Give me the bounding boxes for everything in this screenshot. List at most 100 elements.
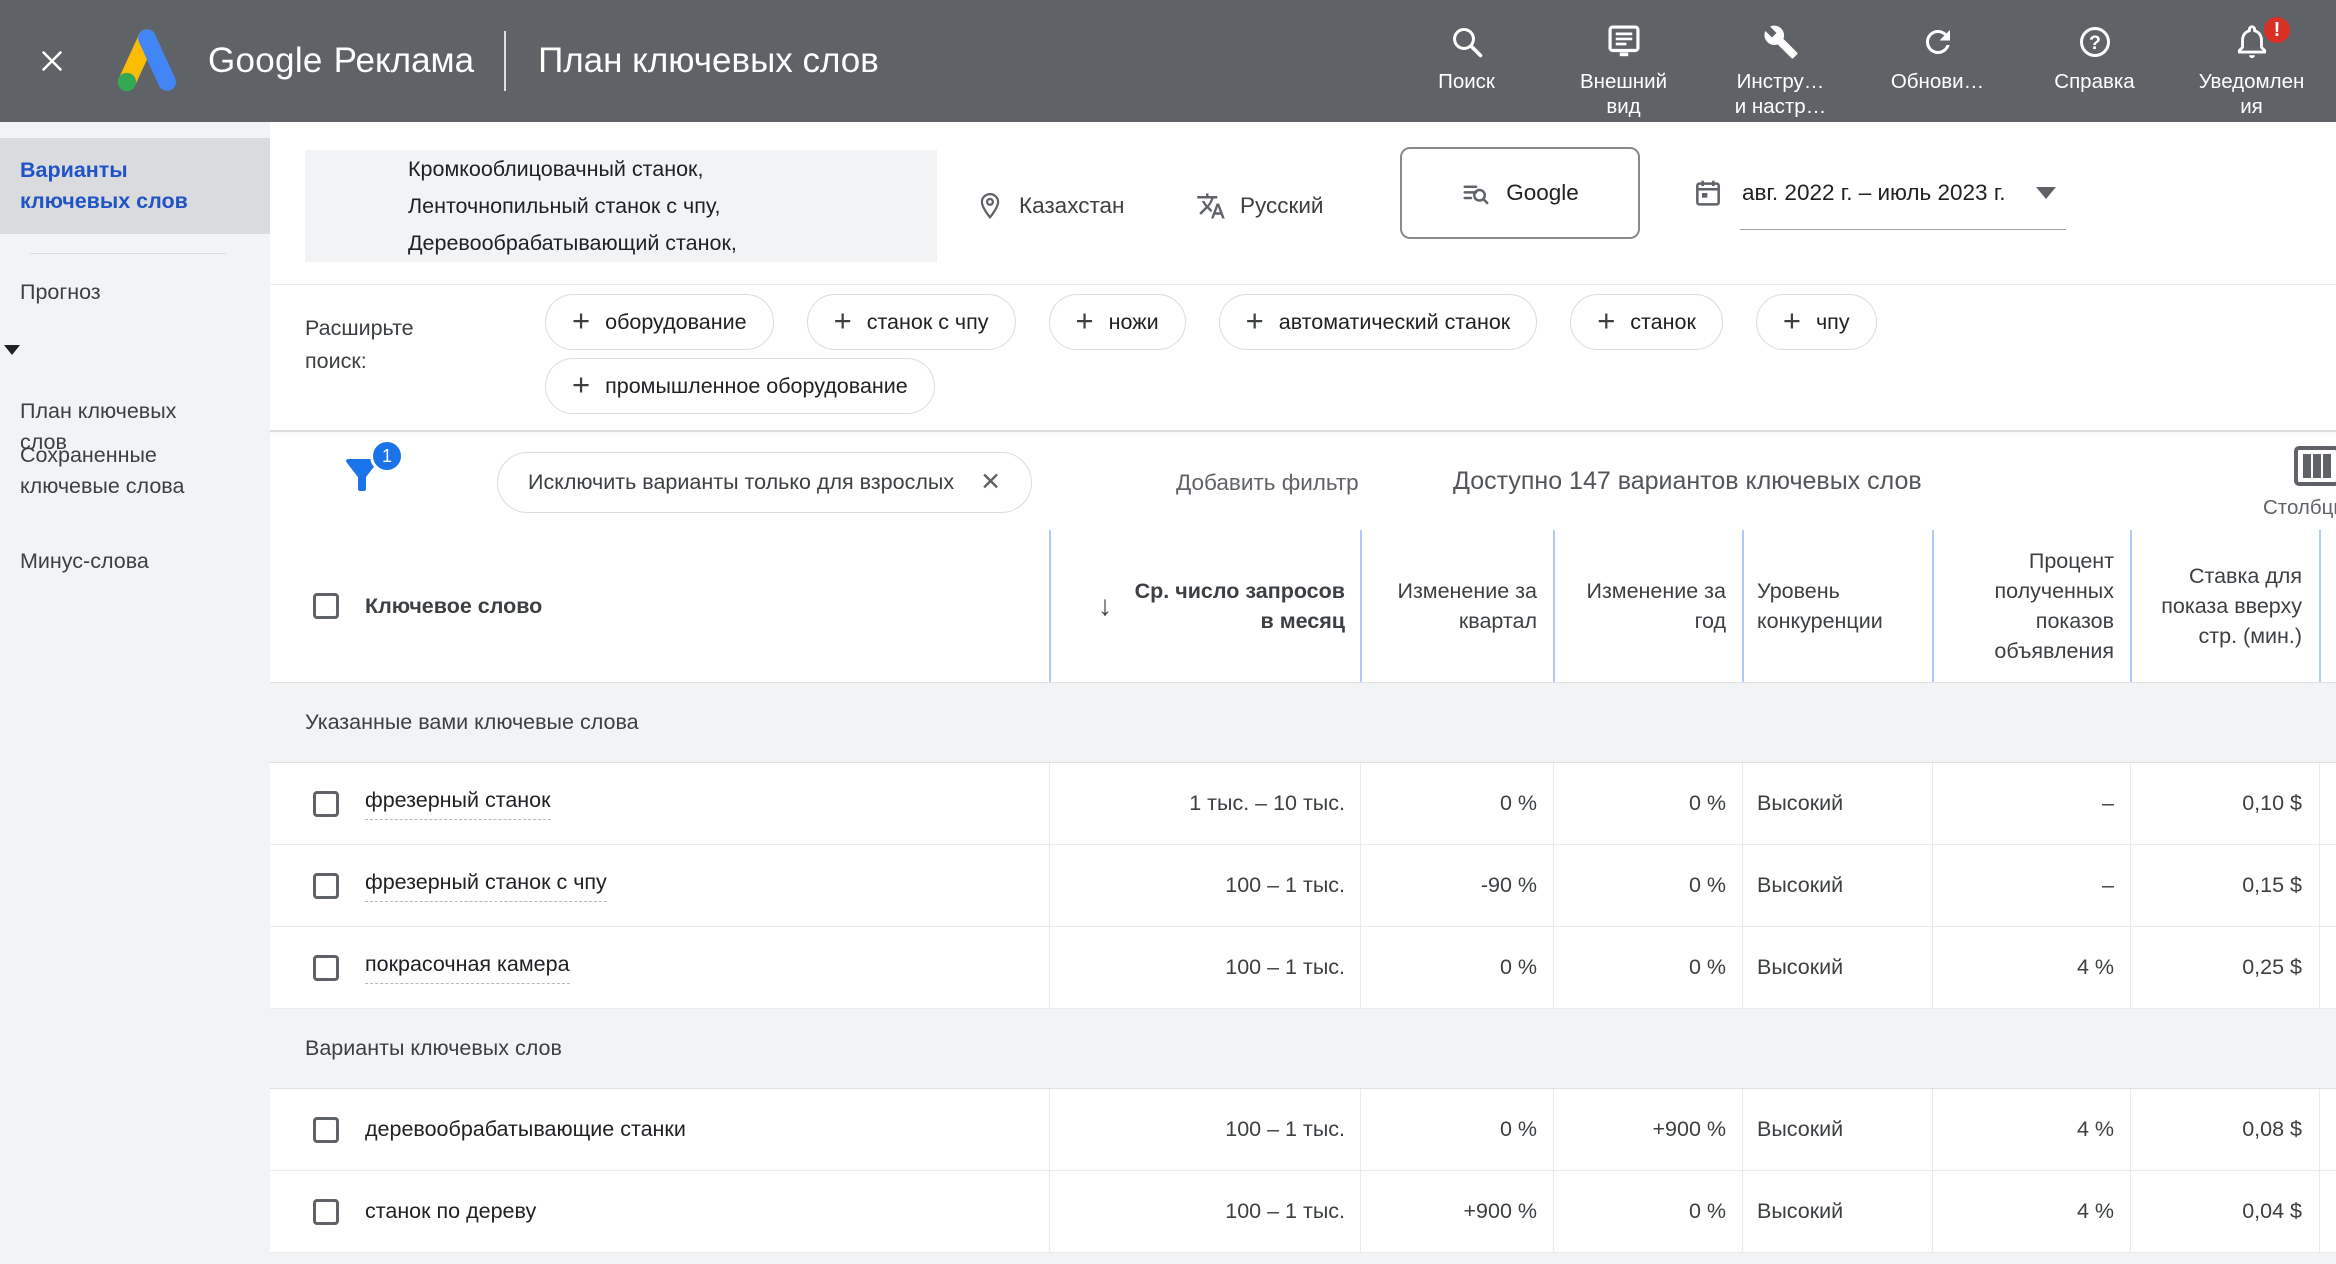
keyword-cell[interactable]: деревообрабатывающие станки xyxy=(365,1089,1015,1170)
close-button[interactable] xyxy=(30,39,74,83)
expand-chip[interactable]: станок xyxy=(1570,294,1723,350)
language-selector[interactable]: Русский xyxy=(1196,150,1324,262)
column-divider xyxy=(1742,763,1743,844)
avg-searches-cell: 100 – 1 тыс. xyxy=(1225,1117,1345,1141)
column-divider xyxy=(1742,1089,1743,1170)
chip-label: ножи xyxy=(1108,309,1159,334)
year-change-cell: 0 % xyxy=(1688,955,1726,979)
columns-icon[interactable] xyxy=(2294,446,2336,491)
network-selector[interactable]: Google xyxy=(1400,147,1640,239)
chip-label: станок xyxy=(1630,309,1696,334)
chip-label: оборудование xyxy=(605,309,747,334)
chip-label: чпу xyxy=(1815,309,1850,334)
notification-badge: ! xyxy=(2261,13,2293,46)
filter-count-badge: 1 xyxy=(370,439,404,473)
select-all-checkbox[interactable] xyxy=(313,593,339,619)
column-divider xyxy=(1553,845,1554,926)
topbar-action-refresh[interactable]: Обнови… xyxy=(1859,18,2016,94)
keyword-cell[interactable]: фрезерный станок xyxy=(365,763,1015,844)
header-impression-share[interactable]: Процент полученных показов объявления xyxy=(1946,530,2114,682)
header-avg-searches[interactable]: ↓ Ср. число запросов в месяц xyxy=(1045,530,1345,682)
location-selector[interactable]: Казахстан xyxy=(975,150,1124,262)
expand-chip[interactable]: станок с чпу xyxy=(806,294,1016,350)
refresh-icon xyxy=(1920,18,1956,60)
available-keywords-count: Доступно 147 вариантов ключевых слов xyxy=(1453,466,1922,495)
add-filter-button[interactable]: Добавить фильтр xyxy=(1176,452,1359,513)
expand-search-label: Расширьте поиск: xyxy=(305,316,414,373)
date-range-selector[interactable]: авг. 2022 г. – июль 2023 г. xyxy=(1692,147,2066,239)
header-quarter-change[interactable]: Изменение за квартал xyxy=(1371,530,1537,682)
expand-chip[interactable]: ножи xyxy=(1048,294,1186,350)
table-row: деревообрабатывающие станки 100 – 1 тыс. 0… xyxy=(270,1089,2336,1171)
sidebar-item-keyword-ideas[interactable]: Варианты ключевых слов xyxy=(0,138,270,234)
expand-chip[interactable]: чпу xyxy=(1755,294,1877,350)
topbar-action-tools[interactable]: Инстру… и настр… xyxy=(1702,18,1859,119)
language-value: Русский xyxy=(1240,193,1324,218)
year-change-cell: +900 % xyxy=(1652,1117,1726,1141)
header-keyword[interactable]: Ключевое слово xyxy=(365,530,542,682)
plus-icon xyxy=(834,305,852,336)
column-divider xyxy=(1553,927,1554,1008)
filter-control[interactable]: 1 xyxy=(338,439,410,513)
topbar-action-label: Справка xyxy=(2054,69,2135,93)
topbar-action-help[interactable]: ? Справка xyxy=(2016,18,2173,94)
sidebar-item-saved-keywords[interactable]: Сохраненные ключевые слова xyxy=(20,440,250,502)
column-divider xyxy=(1360,530,1362,682)
sidebar-item-forecast[interactable]: Прогноз xyxy=(20,277,250,308)
topbar-action-notifications[interactable]: Уведомлен ия! xyxy=(2173,13,2330,119)
section-header-partial xyxy=(270,1253,2336,1264)
topbar-action-appearance[interactable]: Внешний вид xyxy=(1545,18,1702,119)
expand-chip[interactable]: промышленное оборудование xyxy=(545,358,935,414)
competition-cell: Высокий xyxy=(1757,873,1844,897)
section-title: Указанные вами ключевые слова xyxy=(305,710,639,734)
column-divider xyxy=(1932,845,1933,926)
chevron-down-icon xyxy=(2035,186,2056,199)
plus-icon xyxy=(1076,305,1094,336)
sidebar-item-negative-keywords[interactable]: Минус-слова xyxy=(20,546,250,577)
brand-product: Реклама xyxy=(333,41,475,80)
columns-button-label[interactable]: Столбцы xyxy=(2263,496,2336,520)
avg-searches-cell: 100 – 1 тыс. xyxy=(1225,1199,1345,1223)
column-divider xyxy=(1932,1171,1933,1252)
active-filter-chip[interactable]: Исключить варианты только для взрослых xyxy=(497,452,1033,513)
chip-label: станок с чпу xyxy=(866,309,989,334)
topbar-action-search[interactable]: Поиск xyxy=(1388,18,1545,94)
search-icon xyxy=(1449,18,1485,60)
column-divider xyxy=(2130,530,2132,682)
sidebar-item-label: Сохраненные ключевые слова xyxy=(20,443,185,498)
keywords-input[interactable]: Кромкооблицовачный станок, Ленточнопильн… xyxy=(305,150,937,262)
keyword-cell[interactable]: покрасочная камера xyxy=(365,927,1015,1008)
close-icon xyxy=(35,44,69,78)
row-checkbox[interactable] xyxy=(313,791,339,817)
header-year-change[interactable]: Изменение за год xyxy=(1564,530,1726,682)
topbar-action-label: Уведомлен ия xyxy=(2198,69,2305,118)
top-bid-cell: 0,15 $ xyxy=(2242,873,2302,897)
plus-icon xyxy=(572,305,590,336)
row-checkbox[interactable] xyxy=(313,873,339,899)
keyword-cell[interactable]: станок по дереву xyxy=(365,1171,1015,1252)
topbar-divider xyxy=(504,31,507,91)
plus-icon xyxy=(1246,305,1264,336)
header-top-of-page-bid[interactable]: Ставка для показа вверху стр. (мин.) xyxy=(2144,530,2302,682)
column-divider xyxy=(1742,927,1743,1008)
header-competition[interactable]: Уровень конкуренции xyxy=(1757,530,1927,682)
filter-chip-label: Исключить варианты только для взрослых xyxy=(528,470,955,494)
brand-google: Google xyxy=(208,41,323,80)
expand-chip[interactable]: оборудование xyxy=(545,294,774,350)
column-divider xyxy=(2130,1089,2131,1170)
impression-share-cell: – xyxy=(2102,873,2114,897)
row-checkbox[interactable] xyxy=(313,1117,339,1143)
sidebar-item-label: Минус-слова xyxy=(20,549,149,573)
column-divider xyxy=(2319,927,2320,1008)
competition-cell: Высокий xyxy=(1757,1117,1844,1141)
row-checkbox[interactable] xyxy=(313,1199,339,1225)
remove-filter-icon[interactable] xyxy=(980,470,1001,495)
location-value: Казахстан xyxy=(1019,193,1125,218)
keyword-cell[interactable]: фрезерный станок с чпу xyxy=(365,845,1015,926)
avg-searches-cell: 1 тыс. – 10 тыс. xyxy=(1189,791,1345,815)
top-bid-cell: 0,25 $ xyxy=(2242,955,2302,979)
column-divider xyxy=(2130,763,2131,844)
expand-chip[interactable]: автоматический станок xyxy=(1218,294,1538,350)
row-checkbox[interactable] xyxy=(313,955,339,981)
sidebar-divider xyxy=(30,253,226,254)
